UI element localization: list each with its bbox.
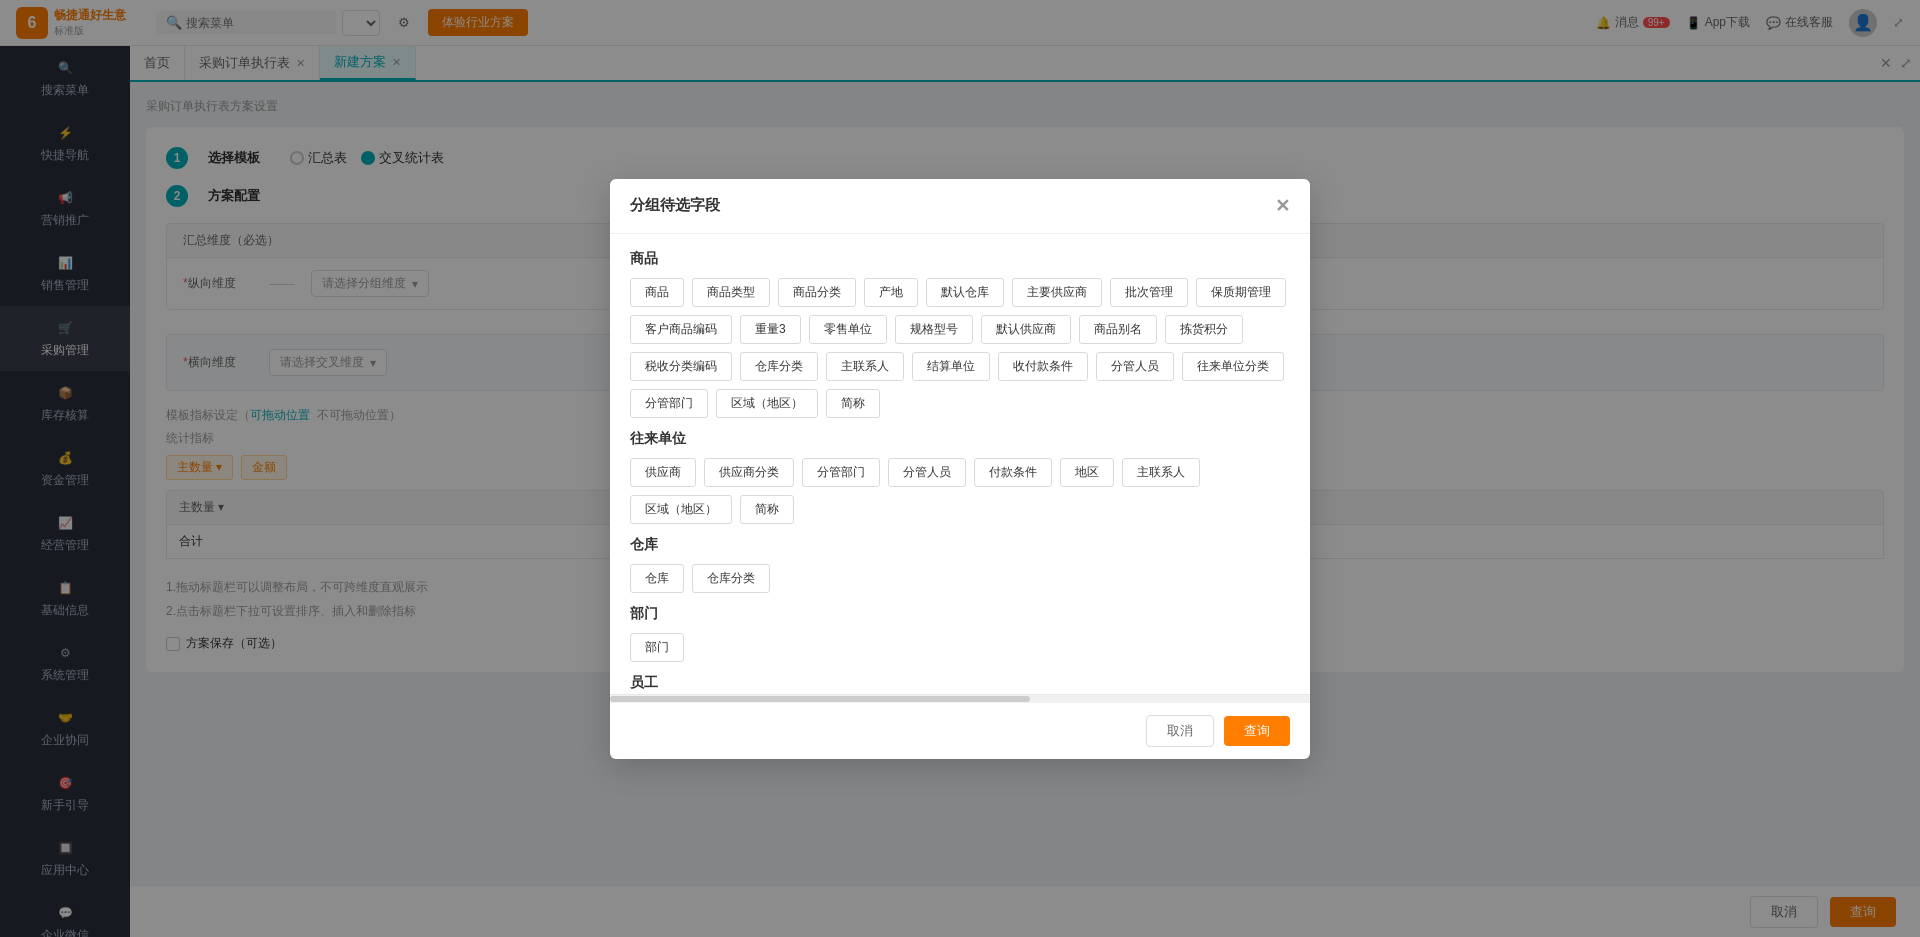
- field-tag-region2[interactable]: 区域（地区）: [630, 495, 732, 524]
- field-tag-warehouse-category[interactable]: 仓库分类: [692, 564, 770, 593]
- section-title-warehouse: 仓库: [630, 536, 1290, 554]
- field-tag-spec[interactable]: 规格型号: [895, 315, 973, 344]
- modal-close-icon[interactable]: ✕: [1275, 195, 1290, 217]
- modal-hscroll-thumb: [610, 696, 1030, 702]
- field-tag-default-supplier[interactable]: 默认供应商: [981, 315, 1071, 344]
- modal-confirm-button[interactable]: 查询: [1224, 716, 1290, 746]
- modal-cancel-button[interactable]: 取消: [1146, 715, 1214, 747]
- field-tag-main-contact[interactable]: 主联系人: [826, 352, 904, 381]
- field-tag-shortname2[interactable]: 简称: [740, 495, 794, 524]
- field-tags-dept: 部门: [630, 633, 1290, 662]
- field-tag-expiry[interactable]: 保质期管理: [1196, 278, 1286, 307]
- field-tag-supervisor[interactable]: 分管人员: [1096, 352, 1174, 381]
- field-tag-retail-unit[interactable]: 零售单位: [809, 315, 887, 344]
- field-tag-main-supplier[interactable]: 主要供应商: [1012, 278, 1102, 307]
- field-tag-default-warehouse[interactable]: 默认仓库: [926, 278, 1004, 307]
- field-tag-goods-type[interactable]: 商品类型: [692, 278, 770, 307]
- field-tag-weight[interactable]: 重量3: [740, 315, 801, 344]
- modal-footer: 取消 查询: [610, 702, 1310, 759]
- field-tag-warehouse-cat[interactable]: 仓库分类: [740, 352, 818, 381]
- field-tag-dept[interactable]: 分管部门: [630, 389, 708, 418]
- field-tag-batch[interactable]: 批次管理: [1110, 278, 1188, 307]
- section-title-staff: 员工: [630, 674, 1290, 692]
- modal-overlay: 分组待选字段 ✕ 商品 商品 商品类型 商品分类 产地 默认仓库 主要供应商 批…: [0, 0, 1920, 937]
- field-tag-pay-terms[interactable]: 付款条件: [974, 458, 1052, 487]
- field-tag-supplier-cat[interactable]: 供应商分类: [704, 458, 794, 487]
- field-tag-partner-dept[interactable]: 分管部门: [802, 458, 880, 487]
- field-tag-area[interactable]: 地区: [1060, 458, 1114, 487]
- field-tag-goods-category[interactable]: 商品分类: [778, 278, 856, 307]
- field-tags-warehouse: 仓库 仓库分类: [630, 564, 1290, 593]
- field-tag-warehouse[interactable]: 仓库: [630, 564, 684, 593]
- field-tag-customer-code[interactable]: 客户商品编码: [630, 315, 732, 344]
- field-tag-tax-code[interactable]: 税收分类编码: [630, 352, 732, 381]
- field-tag-shortname[interactable]: 简称: [826, 389, 880, 418]
- field-tag-settle-unit[interactable]: 结算单位: [912, 352, 990, 381]
- field-tag-partner-cat[interactable]: 往来单位分类: [1182, 352, 1284, 381]
- field-tag-main-contact2[interactable]: 主联系人: [1122, 458, 1200, 487]
- field-tag-goods-alias[interactable]: 商品别名: [1079, 315, 1157, 344]
- field-tag-partner-person[interactable]: 分管人员: [888, 458, 966, 487]
- section-title-partner: 往来单位: [630, 430, 1290, 448]
- modal: 分组待选字段 ✕ 商品 商品 商品类型 商品分类 产地 默认仓库 主要供应商 批…: [610, 179, 1310, 759]
- modal-title: 分组待选字段: [630, 196, 720, 215]
- modal-body: 商品 商品 商品类型 商品分类 产地 默认仓库 主要供应商 批次管理 保质期管理…: [610, 234, 1310, 694]
- field-tag-goods[interactable]: 商品: [630, 278, 684, 307]
- field-tags-goods: 商品 商品类型 商品分类 产地 默认仓库 主要供应商 批次管理 保质期管理 客户…: [630, 278, 1290, 418]
- field-tag-region[interactable]: 区域（地区）: [716, 389, 818, 418]
- field-tag-points[interactable]: 拣货积分: [1165, 315, 1243, 344]
- field-tag-department[interactable]: 部门: [630, 633, 684, 662]
- section-title-goods: 商品: [630, 250, 1290, 268]
- modal-header: 分组待选字段 ✕: [610, 179, 1310, 234]
- field-tag-origin[interactable]: 产地: [864, 278, 918, 307]
- modal-hscroll[interactable]: [610, 694, 1310, 702]
- section-title-dept: 部门: [630, 605, 1290, 623]
- field-tag-payment-terms[interactable]: 收付款条件: [998, 352, 1088, 381]
- field-tags-partner: 供应商 供应商分类 分管部门 分管人员 付款条件 地区 主联系人 区域（地区） …: [630, 458, 1290, 524]
- field-tag-supplier[interactable]: 供应商: [630, 458, 696, 487]
